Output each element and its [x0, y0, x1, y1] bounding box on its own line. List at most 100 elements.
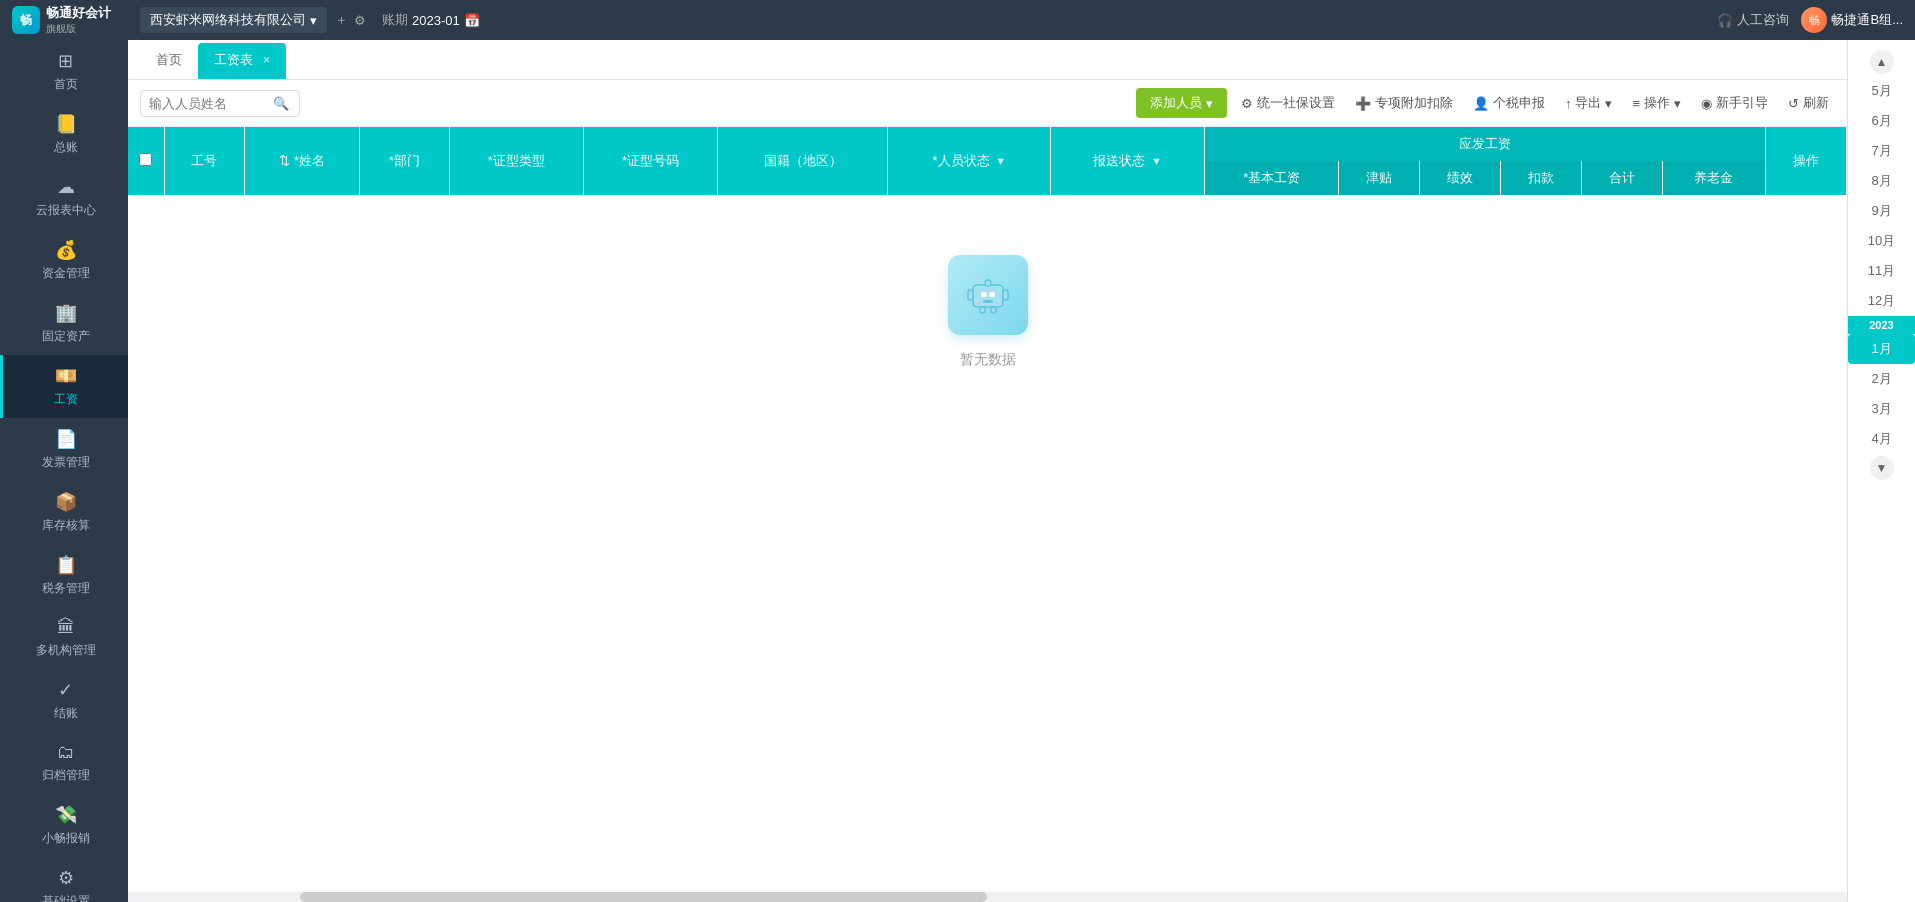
headset-icon: 🎧	[1717, 13, 1733, 28]
sidebar-item-tax[interactable]: 📋 税务管理	[0, 544, 128, 607]
archive-icon: 🗂	[57, 742, 75, 763]
svg-rect-1	[981, 292, 987, 297]
personal-tax-icon: 👤	[1473, 96, 1489, 111]
guide-button[interactable]: ◉ 新手引导	[1695, 94, 1774, 112]
logo-text-block: 畅通好会计 旗舰版	[46, 4, 111, 36]
month-5[interactable]: 5月	[1848, 76, 1915, 106]
sidebar-item-assets[interactable]: 🏢 固定资产	[0, 292, 128, 355]
user-area[interactable]: 畅 畅捷通B组...	[1801, 7, 1903, 33]
th-person-status: *人员状态 ▼	[888, 127, 1051, 195]
user-name: 畅捷通B组...	[1831, 11, 1903, 29]
operations-icon: ≡	[1632, 96, 1640, 111]
empty-robot-icon	[948, 255, 1028, 335]
user-avatar: 畅	[1801, 7, 1827, 33]
tax-icon: 📋	[55, 554, 77, 576]
sidebar-item-home[interactable]: ⊞ 首页	[0, 40, 128, 103]
th-performance: 绩效	[1420, 161, 1501, 195]
support-button[interactable]: 🎧 人工咨询	[1717, 11, 1789, 29]
support-label: 人工咨询	[1737, 11, 1789, 29]
month-2-2023[interactable]: 2月	[1848, 364, 1915, 394]
svg-rect-6	[1003, 290, 1008, 300]
operations-button[interactable]: ≡ 操作 ▾	[1626, 94, 1687, 112]
sidebar-item-report[interactable]: ☁ 云报表中心	[0, 166, 128, 229]
search-input[interactable]	[149, 96, 269, 111]
settings-icon[interactable]: ⚙	[354, 13, 366, 28]
search-icon[interactable]: 🔍	[273, 96, 289, 111]
svg-rect-2	[989, 292, 995, 297]
tab-salary-table[interactable]: 工资表 ×	[198, 43, 286, 79]
export-button[interactable]: ↑ 导出 ▾	[1559, 94, 1619, 112]
month-1-2023[interactable]: 1月	[1848, 334, 1915, 364]
th-cert-no: *证型号码	[583, 127, 717, 195]
select-all-checkbox[interactable]	[139, 153, 152, 166]
header-right: 🎧 人工咨询 畅 畅捷通B组...	[1717, 7, 1903, 33]
month-4-2023[interactable]: 4月	[1848, 424, 1915, 454]
tab-close-salary[interactable]: ×	[263, 52, 271, 67]
special-deduct-button[interactable]: ➕ 专项附加扣除	[1349, 94, 1459, 112]
th-dept: *部门	[360, 127, 450, 195]
sidebar-item-settle[interactable]: ✓ 结账	[0, 669, 128, 732]
special-deduct-icon: ➕	[1355, 96, 1371, 111]
assets-icon: 🏢	[55, 302, 77, 324]
horizontal-scrollbar[interactable]	[128, 892, 1847, 902]
refresh-icon: ↺	[1788, 96, 1799, 111]
content-area: 首页 工资表 × 🔍 添加人员 ▾ ⚙ 统一社保设置 ➕	[128, 40, 1847, 902]
home-icon: ⊞	[58, 50, 73, 72]
panel-nav-down[interactable]: ▼	[1870, 456, 1894, 480]
month-8[interactable]: 8月	[1848, 166, 1915, 196]
app-name: 畅通好会计	[46, 4, 111, 22]
calendar-icon[interactable]: 📅	[464, 13, 480, 28]
main-layout: ⊞ 首页 📒 总账 ☁ 云报表中心 💰 资金管理 🏢 固定资产 💴 工资 📄 发…	[0, 40, 1915, 902]
year-2023-badge: 2023	[1848, 316, 1915, 334]
tab-home[interactable]: 首页	[140, 43, 198, 79]
sidebar-item-salary[interactable]: 💴 工资	[0, 355, 128, 418]
sidebar-item-settings[interactable]: ⚙ 基础设置	[0, 857, 128, 902]
sidebar-item-expense[interactable]: 💸 小畅报销	[0, 794, 128, 857]
month-12[interactable]: 12月	[1848, 286, 1915, 316]
sidebar-item-multi[interactable]: 🏛 多机构管理	[0, 607, 128, 669]
svg-rect-5	[968, 290, 973, 300]
sidebar-item-invoice[interactable]: 📄 发票管理	[0, 418, 128, 481]
th-total: 合计	[1581, 161, 1662, 195]
svg-rect-0	[973, 285, 1003, 307]
sidebar-item-inventory[interactable]: 📦 库存核算	[0, 481, 128, 544]
month-10[interactable]: 10月	[1848, 226, 1915, 256]
sidebar-item-funds[interactable]: 💰 资金管理	[0, 229, 128, 292]
report-status-filter-icon[interactable]: ▼	[1151, 155, 1162, 167]
add-company-button[interactable]: ＋	[335, 11, 348, 29]
month-7[interactable]: 7月	[1848, 136, 1915, 166]
th-employee-id: 工号	[164, 127, 245, 195]
export-dropdown-icon: ▾	[1605, 96, 1612, 111]
sidebar-item-archive[interactable]: 🗂 归档管理	[0, 732, 128, 794]
refresh-button[interactable]: ↺ 刷新	[1782, 94, 1835, 112]
tab-bar: 首页 工资表 ×	[128, 40, 1847, 80]
month-6[interactable]: 6月	[1848, 106, 1915, 136]
table-header-row1: 工号 ⇅ *姓名 *部门 *证型类型 *证型号码 国籍（地区） *人员状态 ▼ …	[128, 127, 1847, 161]
month-9[interactable]: 9月	[1848, 196, 1915, 226]
company-selector[interactable]: 西安虾米网络科技有限公司 ▾	[140, 7, 327, 33]
th-pension: 养老金	[1662, 161, 1765, 195]
search-container: 🔍	[140, 90, 300, 117]
th-cert-type: *证型类型	[449, 127, 583, 195]
th-report-status: 报送状态 ▼	[1051, 127, 1205, 195]
sidebar: ⊞ 首页 📒 总账 ☁ 云报表中心 💰 资金管理 🏢 固定资产 💴 工资 📄 发…	[0, 40, 128, 902]
month-3-2023[interactable]: 3月	[1848, 394, 1915, 424]
funds-icon: 💰	[55, 239, 77, 261]
month-11[interactable]: 11月	[1848, 256, 1915, 286]
select-all-checkbox-header[interactable]	[128, 127, 164, 195]
settings-sidebar-icon: ⚙	[58, 867, 74, 889]
sidebar-item-ledger[interactable]: 📒 总账	[0, 103, 128, 166]
social-settings-button[interactable]: ⚙ 统一社保设置	[1235, 94, 1341, 112]
personal-tax-button[interactable]: 👤 个税申报	[1467, 94, 1551, 112]
toolbar: 🔍 添加人员 ▾ ⚙ 统一社保设置 ➕ 专项附加扣除 👤 个税申报 ↑	[128, 80, 1847, 127]
th-nationality: 国籍（地区）	[718, 127, 888, 195]
empty-state: 暂无数据	[128, 195, 1847, 429]
add-person-button[interactable]: 添加人员 ▾	[1136, 88, 1227, 118]
th-name: ⇅ *姓名	[245, 127, 360, 195]
th-deduction: 扣款	[1501, 161, 1582, 195]
person-status-filter-icon[interactable]: ▼	[995, 155, 1006, 167]
panel-nav-up[interactable]: ▲	[1870, 50, 1894, 74]
scrollbar-thumb[interactable]	[300, 892, 988, 902]
th-operations: 操作	[1766, 127, 1847, 195]
guide-toolbar-icon: ◉	[1701, 96, 1712, 111]
